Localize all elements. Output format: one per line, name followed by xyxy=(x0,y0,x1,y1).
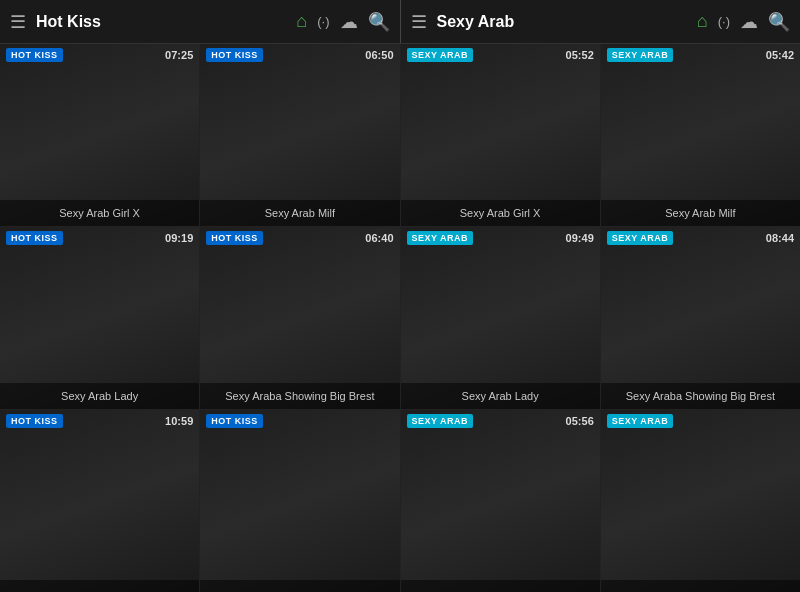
video-card[interactable]: SEXY ARAB 05:42 Sexy Arab Milf xyxy=(601,44,800,227)
video-top-bar: SEXY ARAB 09:49 xyxy=(401,227,600,249)
video-thumbnail xyxy=(601,227,800,409)
video-thumbnail xyxy=(0,410,199,592)
channel-badge: HOT KISS xyxy=(206,48,263,62)
column-3: SEXY ARAB 05:42 Sexy Arab Milf SEXY ARAB 08:… xyxy=(601,44,800,592)
hotkiss-signal-icon[interactable]: (·) xyxy=(317,14,329,29)
video-top-bar: SEXY ARAB 05:52 xyxy=(401,44,600,66)
video-thumbnail xyxy=(0,44,199,226)
sexyarab-home-icon[interactable]: ⌂ xyxy=(697,11,708,32)
video-top-bar: SEXY ARAB 08:44 xyxy=(601,227,800,249)
hotkiss-header: ☰ Hot Kiss ⌂ (·) ☁ 🔍 xyxy=(0,0,401,43)
video-card[interactable]: SEXY ARAB 09:49 Sexy Arab Lady xyxy=(401,227,600,410)
video-thumbnail xyxy=(601,410,800,592)
sexyarab-menu-icon[interactable]: ☰ xyxy=(411,11,427,33)
hotkiss-title: Hot Kiss xyxy=(36,13,286,31)
hotkiss-home-icon[interactable]: ⌂ xyxy=(296,11,307,32)
video-title: Sexy Arab Milf xyxy=(601,200,800,226)
video-thumbnail xyxy=(0,227,199,409)
video-thumbnail xyxy=(200,227,399,409)
video-duration: 07:25 xyxy=(165,49,193,61)
column-0: HOT KISS 07:25 Sexy Arab Girl X HOT KISS 09:… xyxy=(0,44,200,592)
video-top-bar: HOT KISS 10:59 xyxy=(0,410,199,432)
video-card[interactable]: SEXY ARAB 05:52 Sexy Arab Girl X xyxy=(401,44,600,227)
video-title: Sexy Arab Milf xyxy=(200,200,399,226)
video-top-bar: SEXY ARAB xyxy=(601,410,800,432)
video-top-bar: HOT KISS 06:40 xyxy=(200,227,399,249)
video-duration: 09:49 xyxy=(566,232,594,244)
video-thumbnail xyxy=(401,410,600,592)
video-top-bar: SEXY ARAB 05:42 xyxy=(601,44,800,66)
video-top-bar: SEXY ARAB 05:56 xyxy=(401,410,600,432)
video-duration: 05:52 xyxy=(566,49,594,61)
sexyarab-cloud-icon[interactable]: ☁ xyxy=(740,11,758,33)
video-card[interactable]: HOT KISS 07:25 Sexy Arab Girl X xyxy=(0,44,199,227)
channel-badge: SEXY ARAB xyxy=(407,414,474,428)
video-top-bar: HOT KISS 06:50 xyxy=(200,44,399,66)
video-title: Sexy Arab Girl X xyxy=(0,200,199,226)
sexyarab-header: ☰ Sexy Arab ⌂ (·) ☁ 🔍 xyxy=(401,0,801,43)
sexyarab-search-icon[interactable]: 🔍 xyxy=(768,11,790,33)
video-thumbnail xyxy=(401,227,600,409)
hotkiss-cloud-icon[interactable]: ☁ xyxy=(340,11,358,33)
video-duration: 06:40 xyxy=(365,232,393,244)
video-title xyxy=(601,580,800,592)
channel-badge: SEXY ARAB xyxy=(407,48,474,62)
video-grid: HOT KISS 07:25 Sexy Arab Girl X HOT KISS 09:… xyxy=(0,44,800,592)
app-headers: ☰ Hot Kiss ⌂ (·) ☁ 🔍 ☰ Sexy Arab ⌂ (·) ☁… xyxy=(0,0,800,44)
hotkiss-menu-icon[interactable]: ☰ xyxy=(10,11,26,33)
channel-badge: HOT KISS xyxy=(6,231,63,245)
video-thumbnail xyxy=(200,410,399,592)
video-card[interactable]: HOT KISS 09:19 Sexy Arab Lady xyxy=(0,227,199,410)
video-title xyxy=(200,580,399,592)
channel-badge: HOT KISS xyxy=(206,414,263,428)
video-duration: 08:44 xyxy=(766,232,794,244)
video-card[interactable]: HOT KISS 10:59 xyxy=(0,410,199,592)
column-1: HOT KISS 06:50 Sexy Arab Milf HOT KISS 06:40… xyxy=(200,44,400,592)
video-duration: 09:19 xyxy=(165,232,193,244)
video-title xyxy=(401,580,600,592)
video-card[interactable]: SEXY ARAB xyxy=(601,410,800,592)
video-title: Sexy Araba Showing Big Brest xyxy=(601,383,800,409)
video-duration: 05:42 xyxy=(766,49,794,61)
video-title xyxy=(0,580,199,592)
channel-badge: HOT KISS xyxy=(6,414,63,428)
video-title: Sexy Arab Girl X xyxy=(401,200,600,226)
video-duration: 05:56 xyxy=(566,415,594,427)
column-2: SEXY ARAB 05:52 Sexy Arab Girl X SEXY ARAB 0… xyxy=(401,44,601,592)
sexyarab-signal-icon[interactable]: (·) xyxy=(718,14,730,29)
video-title: Sexy Arab Lady xyxy=(401,383,600,409)
video-title: Sexy Arab Lady xyxy=(0,383,199,409)
video-top-bar: HOT KISS 09:19 xyxy=(0,227,199,249)
video-card[interactable]: HOT KISS 06:40 Sexy Araba Showing Big Bres… xyxy=(200,227,399,410)
hotkiss-search-icon[interactable]: 🔍 xyxy=(368,11,390,33)
sexyarab-title: Sexy Arab xyxy=(437,13,687,31)
channel-badge: HOT KISS xyxy=(206,231,263,245)
channel-badge: SEXY ARAB xyxy=(607,48,674,62)
video-top-bar: HOT KISS 07:25 xyxy=(0,44,199,66)
video-top-bar: HOT KISS xyxy=(200,410,399,432)
video-duration: 10:59 xyxy=(165,415,193,427)
video-title: Sexy Araba Showing Big Brest xyxy=(200,383,399,409)
channel-badge: SEXY ARAB xyxy=(407,231,474,245)
video-card[interactable]: SEXY ARAB 05:56 xyxy=(401,410,600,592)
video-thumbnail xyxy=(200,44,399,226)
video-card[interactable]: HOT KISS xyxy=(200,410,399,592)
video-card[interactable]: SEXY ARAB 08:44 Sexy Araba Showing Big Bre… xyxy=(601,227,800,410)
video-card[interactable]: HOT KISS 06:50 Sexy Arab Milf xyxy=(200,44,399,227)
channel-badge: SEXY ARAB xyxy=(607,414,674,428)
channel-badge: SEXY ARAB xyxy=(607,231,674,245)
channel-badge: HOT KISS xyxy=(6,48,63,62)
video-thumbnail xyxy=(601,44,800,226)
video-duration: 06:50 xyxy=(365,49,393,61)
video-thumbnail xyxy=(401,44,600,226)
